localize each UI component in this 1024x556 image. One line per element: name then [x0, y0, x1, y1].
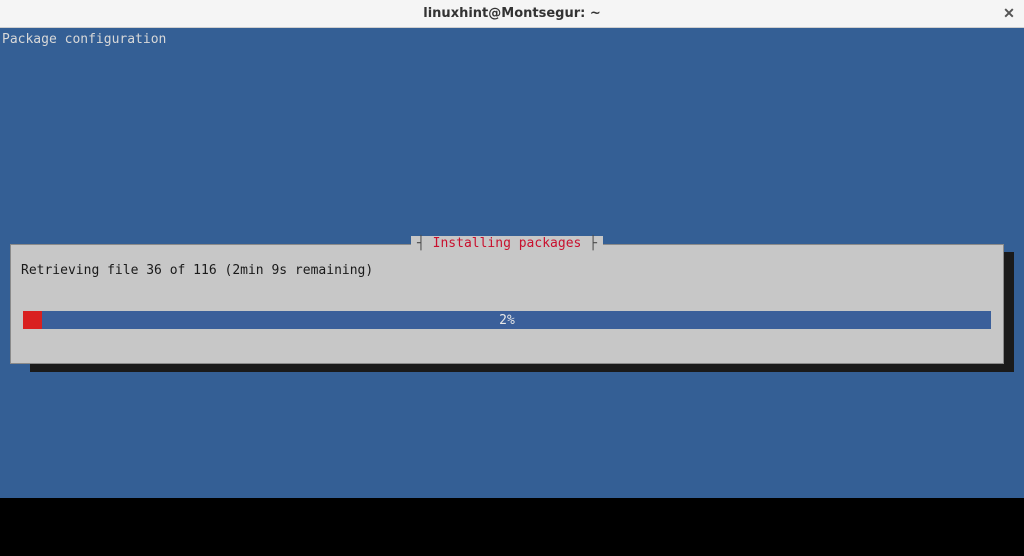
- install-dialog: Installing packages Retrieving file 36 o…: [10, 244, 1004, 364]
- progress-bar: 2%: [23, 311, 991, 329]
- close-icon[interactable]: ✕: [1002, 7, 1016, 21]
- window-title: linuxhint@Montsegur: ~: [423, 6, 600, 21]
- dialog-title-wrap: Installing packages: [11, 236, 1003, 251]
- progress-fill: [23, 311, 42, 329]
- package-config-header: Package configuration: [2, 32, 166, 47]
- terminal-window: linuxhint@Montsegur: ~ ✕ Package configu…: [0, 0, 1024, 556]
- dialog-status-text: Retrieving file 36 of 116 (2min 9s remai…: [21, 263, 373, 278]
- terminal-bottom-strip: [0, 498, 1024, 556]
- dialog-title: Installing packages: [411, 236, 603, 251]
- progress-percent-label: 2%: [499, 313, 515, 328]
- terminal-content: Package configuration Installing package…: [0, 28, 1024, 556]
- window-titlebar[interactable]: linuxhint@Montsegur: ~ ✕: [0, 0, 1024, 28]
